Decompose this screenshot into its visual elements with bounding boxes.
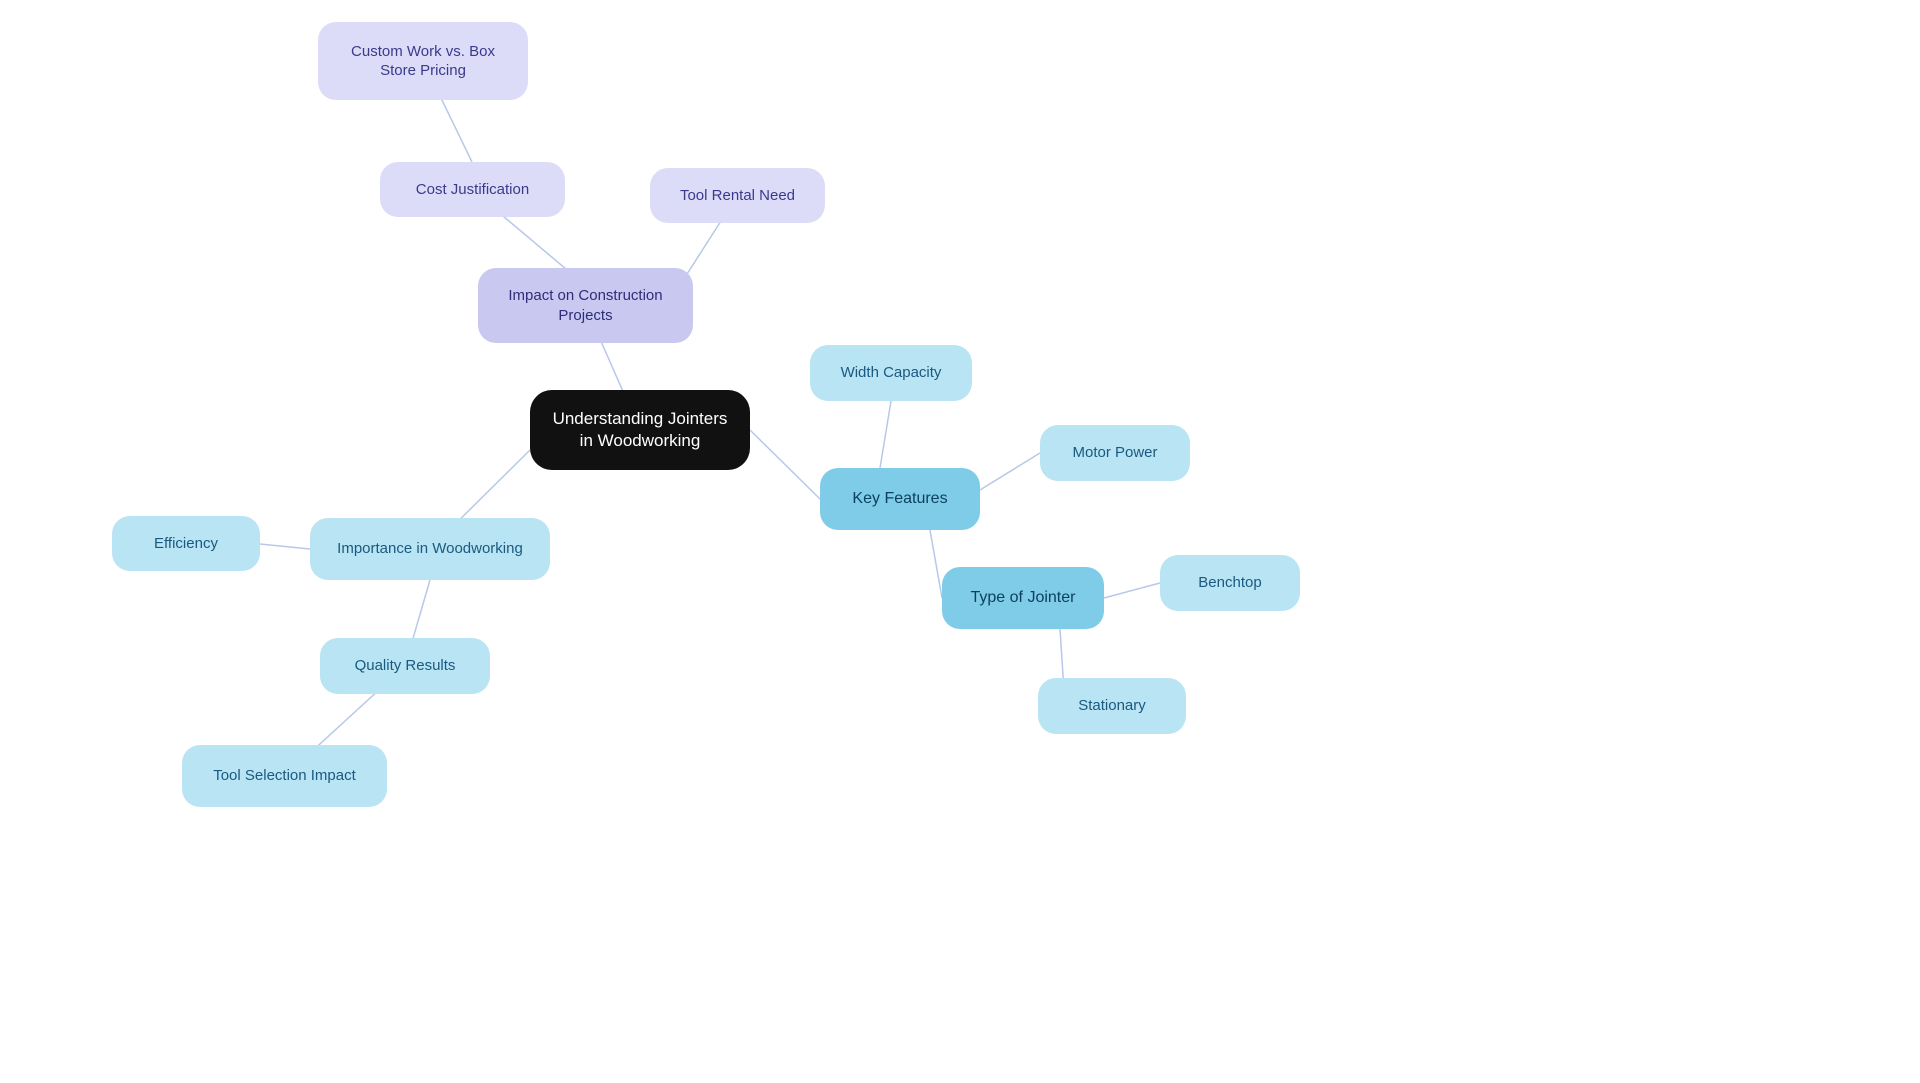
tool-rental-label: Tool Rental Need <box>680 186 795 206</box>
custom-work-label: Custom Work vs. Box Store Pricing <box>338 42 508 81</box>
tool-selection-node[interactable]: Tool Selection Impact <box>182 745 387 807</box>
cost-justification-node[interactable]: Cost Justification <box>380 162 565 217</box>
connection-line <box>930 530 942 598</box>
benchtop-label: Benchtop <box>1198 573 1261 593</box>
connection-line <box>880 401 891 468</box>
quality-results-label: Quality Results <box>355 656 456 676</box>
key-features-node[interactable]: Key Features <box>820 468 980 530</box>
importance-node[interactable]: Importance in Woodworking <box>310 518 550 580</box>
width-capacity-node[interactable]: Width Capacity <box>810 345 972 401</box>
stationary-node[interactable]: Stationary <box>1038 678 1186 734</box>
impact-construction-node[interactable]: Impact on Construction Projects <box>478 268 693 343</box>
motor-power-node[interactable]: Motor Power <box>1040 425 1190 481</box>
connection-line <box>750 430 820 499</box>
width-capacity-label: Width Capacity <box>841 363 942 383</box>
key-features-label: Key Features <box>852 489 947 510</box>
motor-power-label: Motor Power <box>1072 443 1157 463</box>
efficiency-node[interactable]: Efficiency <box>112 516 260 571</box>
central-node[interactable]: Understanding Jointers in Woodworking <box>530 390 750 470</box>
efficiency-label: Efficiency <box>154 534 218 554</box>
connection-line <box>260 544 310 549</box>
benchtop-node[interactable]: Benchtop <box>1160 555 1300 611</box>
impact-construction-label: Impact on Construction Projects <box>498 286 673 325</box>
tool-rental-node[interactable]: Tool Rental Need <box>650 168 825 223</box>
connection-line <box>1104 583 1160 598</box>
custom-work-node[interactable]: Custom Work vs. Box Store Pricing <box>318 22 528 100</box>
type-jointer-label: Type of Jointer <box>971 588 1076 609</box>
cost-justification-label: Cost Justification <box>416 180 529 200</box>
quality-results-node[interactable]: Quality Results <box>320 638 490 694</box>
connection-line <box>980 453 1040 490</box>
central-label: Understanding Jointers in Woodworking <box>550 408 730 452</box>
tool-selection-label: Tool Selection Impact <box>213 766 356 786</box>
importance-label: Importance in Woodworking <box>337 539 523 559</box>
stationary-label: Stationary <box>1078 696 1146 716</box>
type-jointer-node[interactable]: Type of Jointer <box>942 567 1104 629</box>
